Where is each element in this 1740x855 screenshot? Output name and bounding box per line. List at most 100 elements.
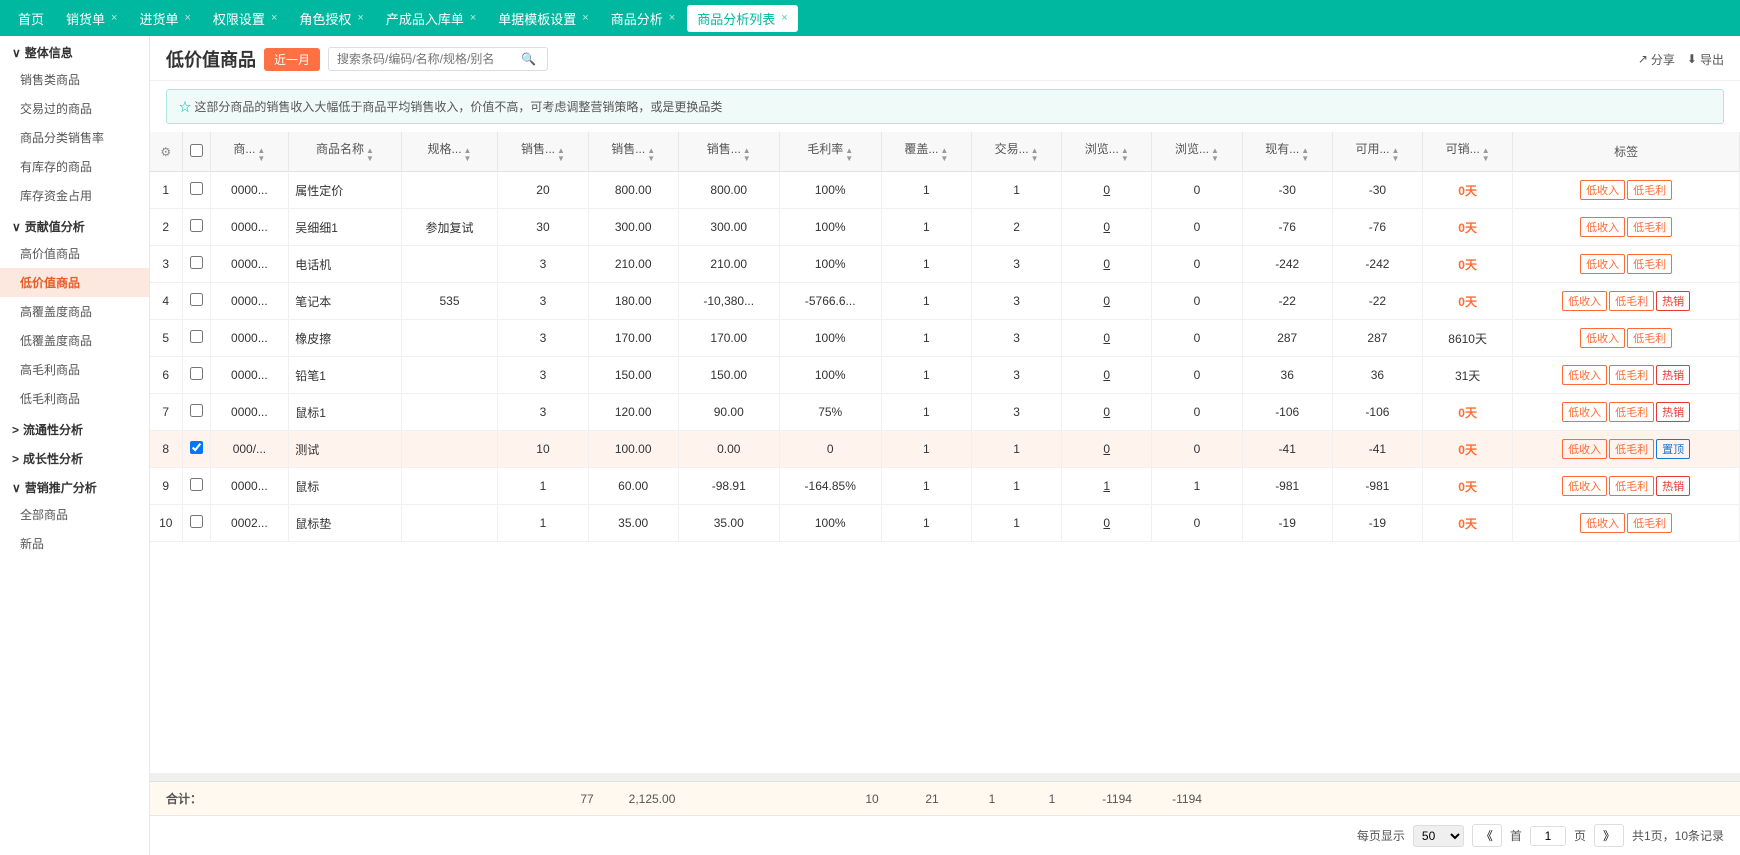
sidebar-item-sales-products[interactable]: 销售类商品 xyxy=(0,65,149,94)
chevron-right-icon: > xyxy=(12,423,19,437)
checkbox-cell[interactable] xyxy=(182,357,210,394)
checkbox-cell[interactable] xyxy=(182,505,210,542)
sidebar-group-growth[interactable]: > 成长性分析 xyxy=(0,442,149,471)
chevron-down-icon: ∨ xyxy=(12,220,21,234)
settings-icon[interactable]: ⚙ xyxy=(160,145,171,159)
views1-value[interactable]: 0 xyxy=(1103,220,1110,234)
row-checkbox[interactable] xyxy=(190,293,203,306)
checkbox-cell[interactable] xyxy=(182,172,210,209)
views1-value[interactable]: 0 xyxy=(1103,516,1110,530)
sidebar-group-marketing[interactable]: ∨ 营销推广分析 xyxy=(0,471,149,500)
export-button[interactable]: ⬇ 导出 xyxy=(1687,51,1724,68)
nav-sales-order[interactable]: 销货单 × xyxy=(56,5,127,32)
qty-cell: 3 xyxy=(498,246,588,283)
sidebar-item-high-coverage[interactable]: 高覆盖度商品 xyxy=(0,297,149,326)
views1-value[interactable]: 1 xyxy=(1103,479,1110,493)
checkbox-cell[interactable] xyxy=(182,468,210,505)
tag-低毛利: 低毛利 xyxy=(1609,476,1654,496)
close-icon[interactable]: × xyxy=(470,12,476,24)
nav-template-settings[interactable]: 单据模板设置 × xyxy=(488,5,598,32)
nav-permissions[interactable]: 权限设置 × xyxy=(203,5,287,32)
close-icon[interactable]: × xyxy=(781,12,787,24)
export-icon: ⬇ xyxy=(1687,52,1697,66)
nav-role-auth[interactable]: 角色授权 × xyxy=(289,5,373,32)
search-input[interactable] xyxy=(337,52,517,66)
sidebar-item-high-value[interactable]: 高价值商品 xyxy=(0,239,149,268)
sidebar-item-new-products[interactable]: 新品 xyxy=(0,529,149,558)
views1-value[interactable]: 0 xyxy=(1103,405,1110,419)
row-checkbox[interactable] xyxy=(190,330,203,343)
tag-热销: 热销 xyxy=(1656,476,1690,496)
close-icon[interactable]: × xyxy=(271,12,277,24)
close-icon[interactable]: × xyxy=(357,12,363,24)
sellable-cell: 0天 xyxy=(1423,246,1513,283)
tag-低毛利: 低毛利 xyxy=(1627,328,1672,348)
close-icon[interactable]: × xyxy=(669,12,675,24)
views1-value[interactable]: 0 xyxy=(1103,368,1110,382)
views1-value[interactable]: 0 xyxy=(1103,183,1110,197)
sidebar-item-stocked-products[interactable]: 有库存的商品 xyxy=(0,152,149,181)
horizontal-scrollbar[interactable] xyxy=(150,773,1740,781)
sidebar-item-all-products[interactable]: 全部商品 xyxy=(0,500,149,529)
sidebar-item-low-margin[interactable]: 低毛利商品 xyxy=(0,384,149,413)
checkbox-cell[interactable] xyxy=(182,283,210,320)
row-checkbox[interactable] xyxy=(190,367,203,380)
transactions-cell: 3 xyxy=(971,283,1061,320)
col-header-sales-qty: 销售...▲▼ xyxy=(498,132,588,172)
row-checkbox[interactable] xyxy=(190,182,203,195)
sidebar-item-stock-capital[interactable]: 库存资金占用 xyxy=(0,181,149,210)
sidebar-group-circulation[interactable]: > 流通性分析 xyxy=(0,413,149,442)
checkbox-column-header[interactable] xyxy=(182,132,210,172)
checkbox-cell[interactable] xyxy=(182,394,210,431)
nav-home[interactable]: 首页 xyxy=(8,5,54,32)
page-number-input[interactable] xyxy=(1530,826,1566,846)
spec-cell xyxy=(401,468,498,505)
sidebar-item-low-value[interactable]: 低价值商品 xyxy=(0,268,149,297)
row-checkbox[interactable] xyxy=(190,478,203,491)
row-checkbox[interactable] xyxy=(190,404,203,417)
total-current-stock: -1194 xyxy=(1082,792,1152,806)
sidebar-group-contribution[interactable]: ∨ 贡献值分析 xyxy=(0,210,149,239)
close-icon[interactable]: × xyxy=(184,12,190,24)
row-checkbox[interactable] xyxy=(190,256,203,269)
name-cell: 橡皮擦 xyxy=(289,320,401,357)
views1-value[interactable]: 0 xyxy=(1103,294,1110,308)
days-value: 31天 xyxy=(1455,369,1480,383)
checkbox-cell[interactable] xyxy=(182,209,210,246)
close-icon[interactable]: × xyxy=(582,12,588,24)
row-checkbox[interactable] xyxy=(190,515,203,528)
settings-column-header[interactable]: ⚙ xyxy=(150,132,182,172)
checkbox-cell[interactable] xyxy=(182,246,210,283)
views1-value[interactable]: 0 xyxy=(1103,331,1110,345)
sidebar-item-low-coverage[interactable]: 低覆盖度商品 xyxy=(0,326,149,355)
nav-product-analysis-list[interactable]: 商品分析列表 × xyxy=(687,5,797,32)
current-stock-cell: -242 xyxy=(1242,246,1332,283)
days-value: 8610天 xyxy=(1448,332,1487,346)
available-cell: 287 xyxy=(1332,320,1422,357)
gross-rate-cell: 100% xyxy=(779,209,881,246)
sidebar-item-traded-products[interactable]: 交易过的商品 xyxy=(0,94,149,123)
sellable-cell: 0天 xyxy=(1423,172,1513,209)
sidebar-item-category-sales-rate[interactable]: 商品分类销售率 xyxy=(0,123,149,152)
share-button[interactable]: ↗ 分享 xyxy=(1638,51,1675,68)
row-checkbox[interactable] xyxy=(190,441,203,454)
row-checkbox[interactable] xyxy=(190,219,203,232)
checkbox-cell[interactable] xyxy=(182,431,210,468)
checkbox-cell[interactable] xyxy=(182,320,210,357)
sidebar-item-high-margin[interactable]: 高毛利商品 xyxy=(0,355,149,384)
tag-热销: 热销 xyxy=(1656,291,1690,311)
search-icon[interactable]: 🔍 xyxy=(521,52,536,66)
first-page-button[interactable]: 《 xyxy=(1472,824,1502,847)
nav-purchase-order[interactable]: 进货单 × xyxy=(129,5,200,32)
nav-product-analysis[interactable]: 商品分析 × xyxy=(601,5,685,32)
sidebar-group-overview[interactable]: ∨ 整体信息 xyxy=(0,36,149,65)
nav-product-stock[interactable]: 产成品入库单 × xyxy=(376,5,486,32)
per-page-select[interactable]: 50 20 100 xyxy=(1413,825,1464,847)
views1-value[interactable]: 0 xyxy=(1103,442,1110,456)
date-filter-button[interactable]: 近一月 xyxy=(264,48,320,71)
select-all-checkbox[interactable] xyxy=(190,144,203,157)
tags-cell: 低收入低毛利 xyxy=(1513,172,1740,209)
views1-value[interactable]: 0 xyxy=(1103,257,1110,271)
close-icon[interactable]: × xyxy=(111,12,117,24)
next-page-button[interactable]: 》 xyxy=(1594,824,1624,847)
